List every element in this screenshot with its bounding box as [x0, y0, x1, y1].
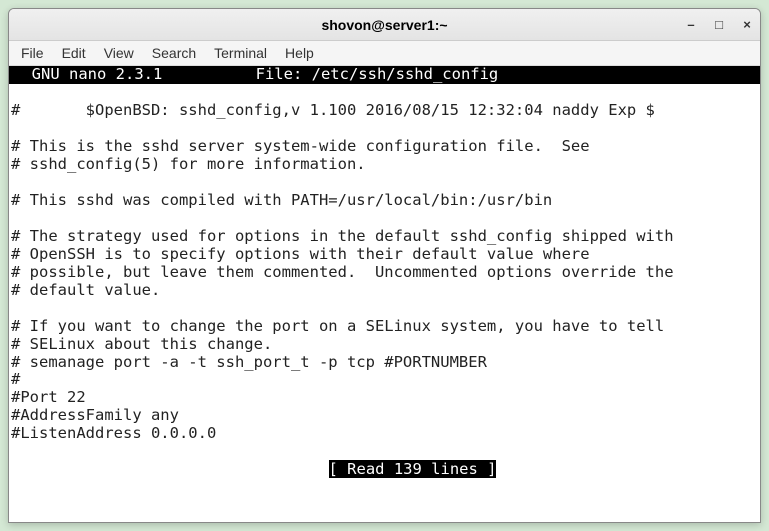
file-line: # This sshd was compiled with PATH=/usr/… [11, 192, 758, 210]
nano-help: ^G Get Help^O WriteOut^R Read File^Y Pre… [9, 497, 760, 522]
file-line: # [11, 371, 758, 389]
file-line [11, 120, 758, 138]
file-line: # If you want to change the port on a SE… [11, 318, 758, 336]
file-line [11, 174, 758, 192]
file-line: # possible, but leave them commented. Un… [11, 264, 758, 282]
file-line: # semanage port -a -t ssh_port_t -p tcp … [11, 354, 758, 372]
file-line: # OpenSSH is to specify options with the… [11, 246, 758, 264]
file-line: # SELinux about this change. [11, 336, 758, 354]
menu-file[interactable]: File [21, 45, 44, 61]
close-button[interactable]: × [740, 18, 754, 32]
menu-edit[interactable]: Edit [62, 45, 86, 61]
menu-terminal[interactable]: Terminal [214, 45, 267, 61]
file-line: #Port 22 [11, 389, 758, 407]
nano-version: GNU nano 2.3.1 [13, 66, 162, 84]
titlebar[interactable]: shovon@server1:~ – □ × [9, 9, 760, 41]
menu-help[interactable]: Help [285, 45, 314, 61]
file-line [11, 300, 758, 318]
file-line: #AddressFamily any [11, 407, 758, 425]
terminal-viewport[interactable]: GNU nano 2.3.1 File: /etc/ssh/sshd_confi… [9, 66, 760, 522]
nano-status-text: [ Read 139 lines ] [329, 460, 497, 478]
nano-header-spacer [162, 66, 255, 84]
window-controls: – □ × [684, 18, 754, 32]
nano-header: GNU nano 2.3.1 File: /etc/ssh/sshd_confi… [9, 66, 760, 84]
file-line [11, 84, 758, 102]
terminal-window: shovon@server1:~ – □ × File Edit View Se… [8, 8, 761, 523]
file-line: #ListenAddress 0.0.0.0 [11, 425, 758, 443]
maximize-button[interactable]: □ [712, 18, 726, 32]
menubar: File Edit View Search Terminal Help [9, 41, 760, 66]
file-content[interactable]: # $OpenBSD: sshd_config,v 1.100 2016/08/… [9, 84, 760, 443]
menu-view[interactable]: View [104, 45, 134, 61]
file-line: # The strategy used for options in the d… [11, 228, 758, 246]
file-line [11, 210, 758, 228]
nano-status-bar: [ Read 139 lines ] [9, 443, 760, 497]
file-line: # This is the sshd server system-wide co… [11, 138, 758, 156]
nano-file-label: File: /etc/ssh/sshd_config [256, 66, 499, 84]
menu-search[interactable]: Search [152, 45, 196, 61]
file-line: # $OpenBSD: sshd_config,v 1.100 2016/08/… [11, 102, 758, 120]
window-title: shovon@server1:~ [321, 17, 447, 33]
file-line: # sshd_config(5) for more information. [11, 156, 758, 174]
file-line: # default value. [11, 282, 758, 300]
minimize-button[interactable]: – [684, 18, 698, 32]
